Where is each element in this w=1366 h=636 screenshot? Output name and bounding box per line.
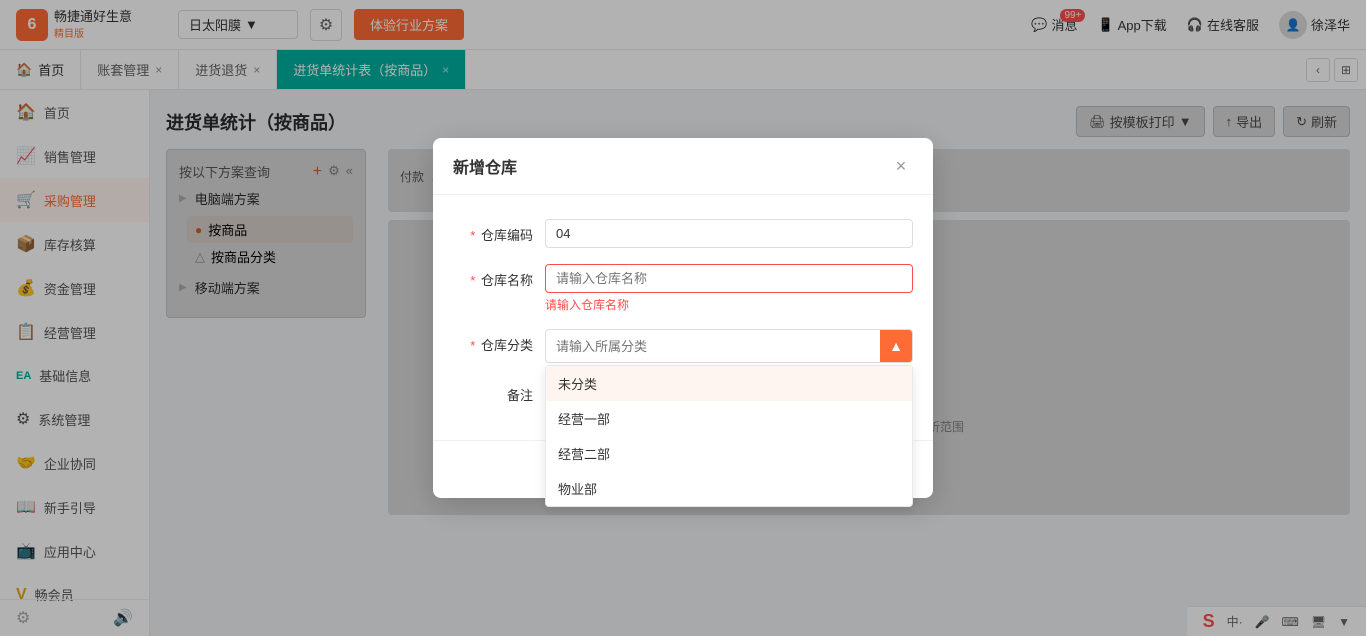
category-option-dept2[interactable]: 经营二部 <box>546 436 912 471</box>
category-dropdown: ▲ 未分类 经营一部 经营二部 物业部 <box>545 329 913 363</box>
category-option-dept3[interactable]: 物业部 <box>546 471 912 506</box>
modal-close-btn[interactable]: × <box>889 154 913 178</box>
category-dropdown-list: 未分类 经营一部 经营二部 物业部 <box>545 365 913 507</box>
new-warehouse-modal: 新增仓库 × 仓库编码 仓库名称 请输入仓库名称 <box>433 138 933 498</box>
modal-overlay: 新增仓库 × 仓库编码 仓库名称 请输入仓库名称 <box>0 0 1366 636</box>
warehouse-name-input[interactable] <box>545 264 913 293</box>
warehouse-name-field: 请输入仓库名称 <box>545 264 913 313</box>
category-dropdown-arrow[interactable]: ▲ <box>880 330 912 362</box>
category-input[interactable] <box>546 333 880 360</box>
warehouse-code-label: 仓库编码 <box>453 219 533 244</box>
category-option-dept1[interactable]: 经营一部 <box>546 401 912 436</box>
warehouse-category-field: ▲ 未分类 经营一部 经营二部 物业部 <box>545 329 913 363</box>
warehouse-category-row: 仓库分类 ▲ 未分类 经营一部 经营二部 物业部 <box>453 329 913 363</box>
warehouse-code-row: 仓库编码 <box>453 219 913 248</box>
warehouse-code-input[interactable] <box>545 219 913 248</box>
modal-header: 新增仓库 × <box>433 138 933 195</box>
warehouse-note-label: 备注 <box>453 379 533 404</box>
category-option-uncategorized[interactable]: 未分类 <box>546 366 912 401</box>
modal-title: 新增仓库 <box>453 154 517 178</box>
category-input-row: ▲ <box>545 329 913 363</box>
warehouse-category-label: 仓库分类 <box>453 329 533 354</box>
warehouse-name-error: 请输入仓库名称 <box>545 296 913 313</box>
warehouse-name-label: 仓库名称 <box>453 264 533 289</box>
modal-body: 仓库编码 仓库名称 请输入仓库名称 仓库分类 <box>433 195 933 440</box>
warehouse-code-field <box>545 219 913 248</box>
warehouse-name-row: 仓库名称 请输入仓库名称 <box>453 264 913 313</box>
